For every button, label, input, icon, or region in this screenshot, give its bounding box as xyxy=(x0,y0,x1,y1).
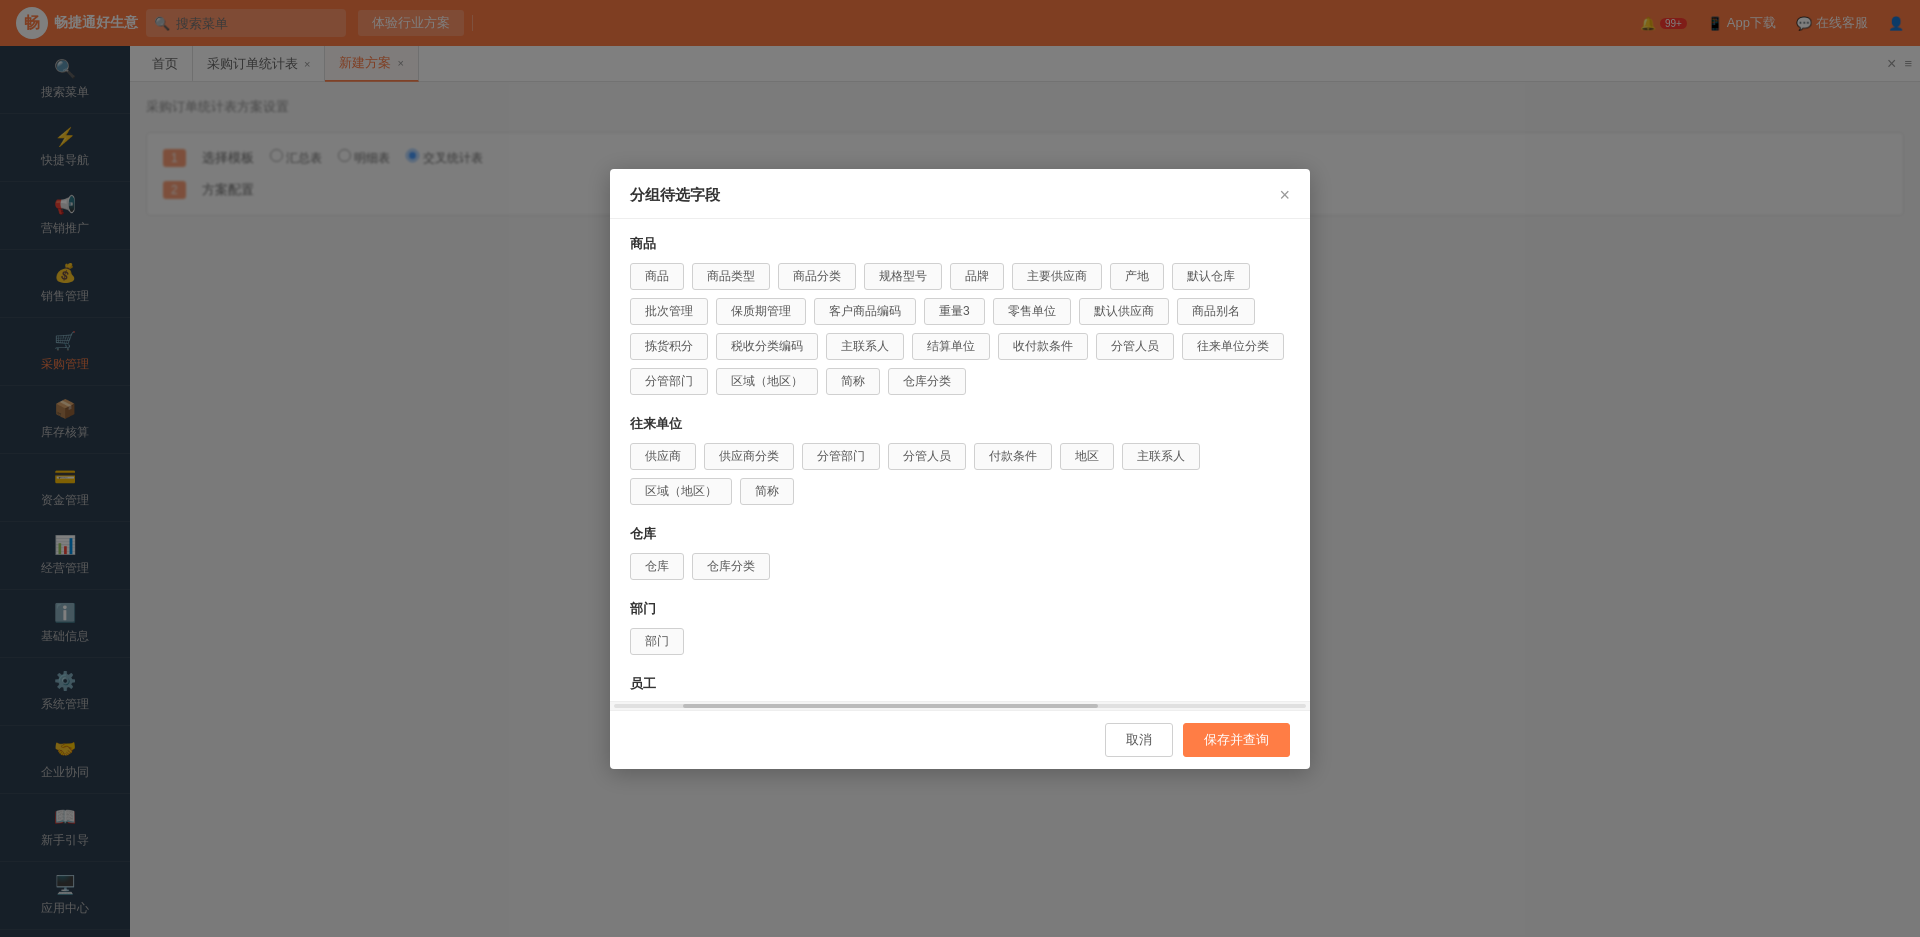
confirm-button[interactable]: 保存并查询 xyxy=(1183,723,1290,757)
field-tag[interactable]: 区域（地区） xyxy=(630,478,732,505)
section-warehouse-title: 仓库 xyxy=(630,525,1290,543)
field-tag[interactable]: 商品 xyxy=(630,263,684,290)
field-tag[interactable]: 仓库分类 xyxy=(692,553,770,580)
section-department-title: 部门 xyxy=(630,600,1290,618)
section-warehouse-fields: 仓库 仓库分类 xyxy=(630,553,1290,580)
dialog-header: 分组待选字段 × xyxy=(610,169,1310,219)
field-tag[interactable]: 税收分类编码 xyxy=(716,333,818,360)
section-product-fields: 商品 商品类型 商品分类 规格型号 品牌 主要供应商 产地 默认仓库 批次管理 … xyxy=(630,263,1290,395)
field-tag[interactable]: 分管人员 xyxy=(1096,333,1174,360)
field-tag[interactable]: 收付款条件 xyxy=(998,333,1088,360)
field-tag[interactable]: 简称 xyxy=(740,478,794,505)
field-tag[interactable]: 零售单位 xyxy=(993,298,1071,325)
field-tag[interactable]: 默认仓库 xyxy=(1172,263,1250,290)
field-tag[interactable]: 供应商分类 xyxy=(704,443,794,470)
section-partner-title: 往来单位 xyxy=(630,415,1290,433)
field-tag[interactable]: 拣货积分 xyxy=(630,333,708,360)
field-tag[interactable]: 往来单位分类 xyxy=(1182,333,1284,360)
field-tag[interactable]: 付款条件 xyxy=(974,443,1052,470)
section-partner-fields: 供应商 供应商分类 分管部门 分管人员 付款条件 地区 主联系人 区域（地区） … xyxy=(630,443,1290,505)
section-employee-title: 员工 xyxy=(630,675,1290,693)
field-tag[interactable]: 主联系人 xyxy=(826,333,904,360)
section-warehouse: 仓库 仓库 仓库分类 xyxy=(630,525,1290,580)
dialog-title: 分组待选字段 xyxy=(630,186,720,205)
section-product-title: 商品 xyxy=(630,235,1290,253)
field-tag[interactable]: 分管部门 xyxy=(802,443,880,470)
section-department: 部门 部门 xyxy=(630,600,1290,655)
field-tag[interactable]: 分管人员 xyxy=(888,443,966,470)
field-tag[interactable]: 结算单位 xyxy=(912,333,990,360)
field-tag[interactable]: 保质期管理 xyxy=(716,298,806,325)
field-tag[interactable]: 商品类型 xyxy=(692,263,770,290)
section-employee: 员工 业务员 xyxy=(630,675,1290,701)
field-tag[interactable]: 规格型号 xyxy=(864,263,942,290)
section-product: 商品 商品 商品类型 商品分类 规格型号 品牌 主要供应商 产地 默认仓库 批次… xyxy=(630,235,1290,395)
field-tag[interactable]: 批次管理 xyxy=(630,298,708,325)
field-tag[interactable]: 仓库分类 xyxy=(888,368,966,395)
cancel-button[interactable]: 取消 xyxy=(1105,723,1173,757)
field-tag[interactable]: 区域（地区） xyxy=(716,368,818,395)
field-tag[interactable]: 主联系人 xyxy=(1122,443,1200,470)
field-tag[interactable]: 产地 xyxy=(1110,263,1164,290)
field-tag[interactable]: 供应商 xyxy=(630,443,696,470)
field-tag[interactable]: 仓库 xyxy=(630,553,684,580)
dialog-body: 商品 商品 商品类型 商品分类 规格型号 品牌 主要供应商 产地 默认仓库 批次… xyxy=(610,219,1310,701)
field-tag[interactable]: 默认供应商 xyxy=(1079,298,1169,325)
field-tag[interactable]: 商品别名 xyxy=(1177,298,1255,325)
field-tag[interactable]: 重量3 xyxy=(924,298,985,325)
field-tag[interactable]: 地区 xyxy=(1060,443,1114,470)
field-tag[interactable]: 客户商品编码 xyxy=(814,298,916,325)
field-tag[interactable]: 商品分类 xyxy=(778,263,856,290)
field-tag[interactable]: 分管部门 xyxy=(630,368,708,395)
section-partner: 往来单位 供应商 供应商分类 分管部门 分管人员 付款条件 地区 主联系人 区域… xyxy=(630,415,1290,505)
field-tag[interactable]: 主要供应商 xyxy=(1012,263,1102,290)
dialog: 分组待选字段 × 商品 商品 商品类型 商品分类 规格型号 品牌 主要供应商 产… xyxy=(610,169,1310,769)
dialog-scrollbar-area xyxy=(610,701,1310,710)
field-tag[interactable]: 品牌 xyxy=(950,263,1004,290)
field-tag[interactable]: 简称 xyxy=(826,368,880,395)
dialog-overlay: 分组待选字段 × 商品 商品 商品类型 商品分类 规格型号 品牌 主要供应商 产… xyxy=(0,0,1920,937)
dialog-close-button[interactable]: × xyxy=(1279,185,1290,206)
field-tag[interactable]: 部门 xyxy=(630,628,684,655)
section-department-fields: 部门 xyxy=(630,628,1290,655)
dialog-footer: 取消 保存并查询 xyxy=(610,710,1310,769)
